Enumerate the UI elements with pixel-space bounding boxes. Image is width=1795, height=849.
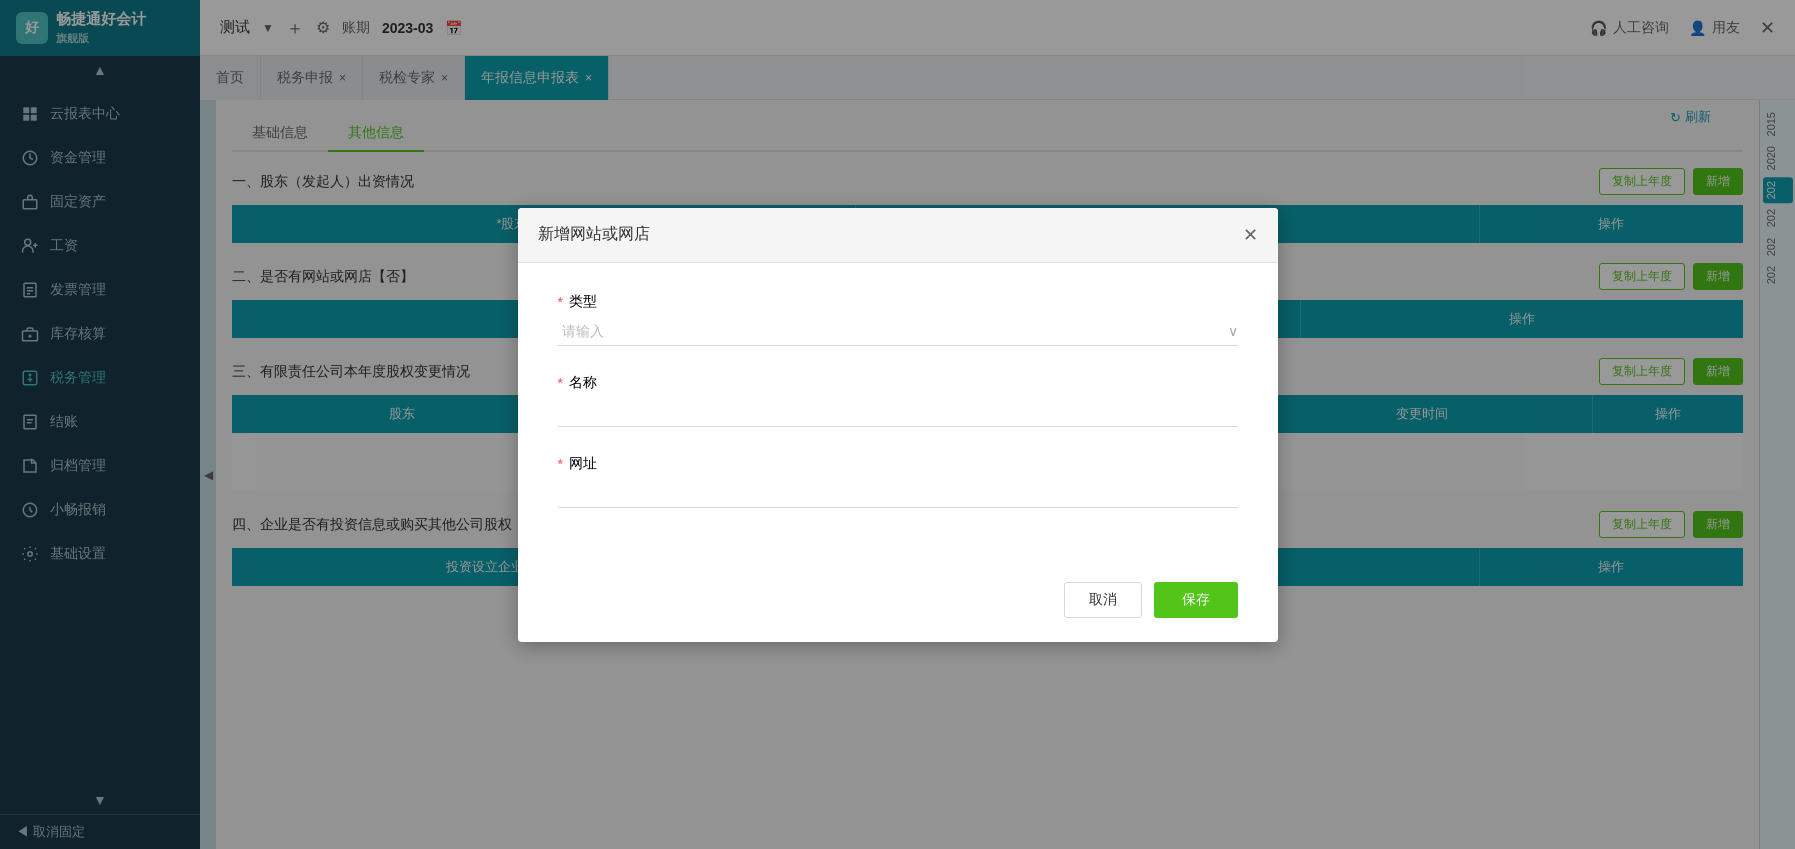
name-input[interactable] [558, 398, 1238, 426]
type-dropdown-icon[interactable]: ∨ [1228, 323, 1238, 339]
url-required-mark: * [558, 456, 563, 472]
name-required-mark: * [558, 375, 563, 391]
dialog-overlay[interactable]: 新增网站或网店 ✕ * 类型 ∨ * 名称 [0, 0, 1795, 849]
dialog-title: 新增网站或网店 [538, 224, 650, 245]
url-input[interactable] [558, 479, 1238, 507]
add-website-dialog: 新增网站或网店 ✕ * 类型 ∨ * 名称 [518, 208, 1278, 642]
cancel-button[interactable]: 取消 [1064, 582, 1142, 618]
form-row-type: * 类型 ∨ [558, 293, 1238, 346]
save-button[interactable]: 保存 [1154, 582, 1238, 618]
name-label: 名称 [569, 374, 597, 392]
form-row-name: * 名称 [558, 374, 1238, 427]
dialog-header: 新增网站或网店 ✕ [518, 208, 1278, 263]
type-required-mark: * [558, 294, 563, 310]
name-input-wrap [558, 398, 1238, 427]
type-label: 类型 [569, 293, 597, 311]
form-row-url: * 网址 [558, 455, 1238, 508]
dialog-close-button[interactable]: ✕ [1243, 224, 1258, 246]
dialog-footer: 取消 保存 [518, 566, 1278, 642]
url-input-wrap [558, 479, 1238, 508]
dialog-body: * 类型 ∨ * 名称 * 网址 [518, 263, 1278, 566]
url-label: 网址 [569, 455, 597, 473]
type-input[interactable] [558, 317, 1228, 345]
type-input-wrap: ∨ [558, 317, 1238, 346]
